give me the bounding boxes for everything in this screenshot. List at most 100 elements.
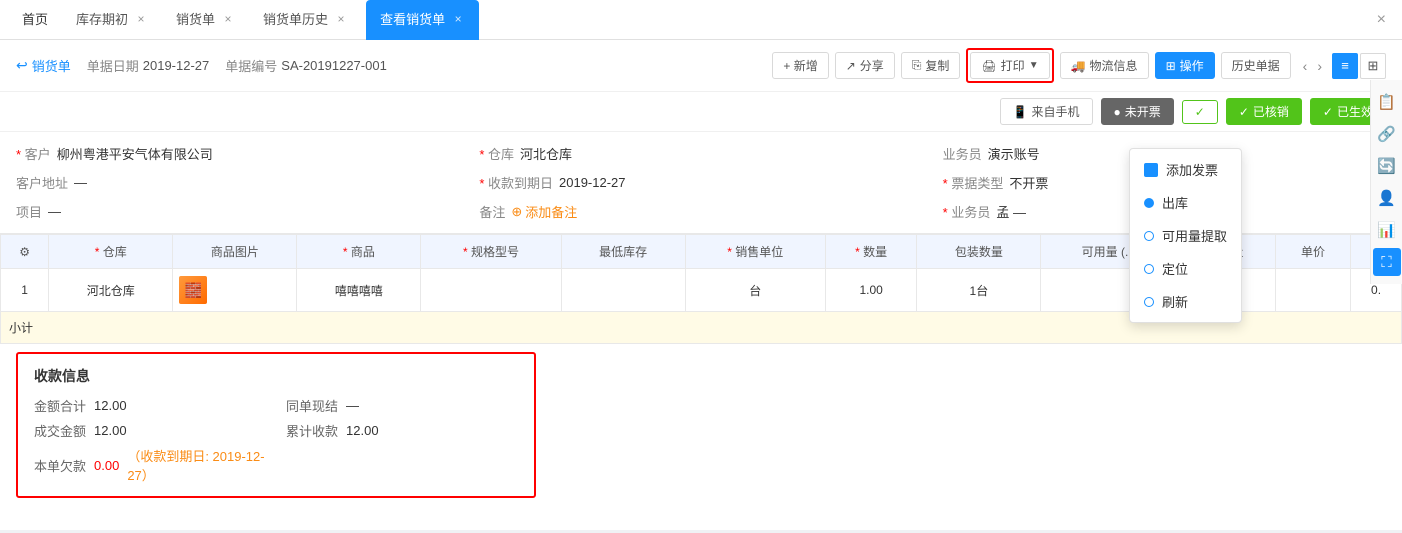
dropdown-outbound[interactable]: 出库 bbox=[1130, 186, 1241, 219]
list-view-icon[interactable]: ≡ bbox=[1332, 53, 1358, 79]
doc-code-meta: 单据编号 SA-20191227-001 bbox=[225, 56, 387, 75]
tab-bar-close-icon[interactable]: × bbox=[1369, 11, 1394, 29]
share-icon: ↗ bbox=[846, 59, 856, 73]
cell-price bbox=[1275, 269, 1350, 312]
doc-type-badge: ↩ 销货单 bbox=[16, 56, 71, 75]
sidebar-user-icon[interactable]: 👤 bbox=[1373, 184, 1401, 212]
cell-min-stock bbox=[561, 269, 685, 312]
summary-title: 收款信息 bbox=[34, 366, 518, 386]
nav-arrows: ‹ › bbox=[1299, 56, 1326, 76]
doc-code-value: SA-20191227-001 bbox=[281, 58, 387, 73]
mobile-icon: 📱 bbox=[1013, 105, 1028, 119]
grid-view-icon[interactable]: ⊞ bbox=[1360, 53, 1386, 79]
operate-dropdown-menu: 添加发票 出库 可用量提取 定位 刷新 bbox=[1129, 148, 1242, 323]
dropdown-refresh[interactable]: 刷新 bbox=[1130, 285, 1241, 318]
copy-button[interactable]: ⎘ 复制 bbox=[901, 52, 961, 79]
sidebar-chart-icon[interactable]: 📊 bbox=[1373, 216, 1401, 244]
cell-warehouse: 河北仓库 bbox=[49, 269, 173, 312]
col-warehouse: * 仓库 bbox=[49, 235, 173, 269]
tab-sales-history[interactable]: 销货单历史 × bbox=[249, 0, 362, 40]
tab-view-sales[interactable]: 查看销货单 × bbox=[366, 0, 479, 40]
tab-inventory-init[interactable]: 库存期初 × bbox=[62, 0, 162, 40]
settlement-row: 同单现结 — bbox=[286, 396, 518, 415]
print-icon: 🖨 bbox=[981, 59, 996, 73]
col-price: 单价 bbox=[1275, 235, 1350, 269]
logistics-button[interactable]: 🚚 物流信息 bbox=[1060, 52, 1149, 79]
dropdown-locate[interactable]: 定位 bbox=[1130, 252, 1241, 285]
main-content: ↩ 销货单 单据日期 2019-12-27 单据编号 SA-20191227-0… bbox=[0, 40, 1402, 530]
doc-header: ↩ 销货单 单据日期 2019-12-27 单据编号 SA-20191227-0… bbox=[0, 40, 1402, 92]
tab-close-view-sales[interactable]: × bbox=[451, 12, 465, 26]
copy-icon: ⎘ bbox=[912, 58, 922, 73]
tab-close-inventory[interactable]: × bbox=[134, 12, 148, 26]
tab-close-sales[interactable]: × bbox=[221, 12, 235, 26]
not-opened-icon: ● bbox=[1114, 105, 1121, 119]
outbound-icon bbox=[1144, 198, 1154, 208]
effective-icon: ✓ bbox=[1323, 105, 1333, 119]
action-bar: 📱 来自手机 ● 未开票 ✓ ✓ 已核销 ✓ 已生效 bbox=[0, 92, 1402, 132]
customer-row: 客户 柳州粤港平安气体有限公司 bbox=[16, 144, 459, 163]
col-min-stock: 最低库存 bbox=[561, 235, 685, 269]
summary-section: 收款信息 金额合计 12.00 同单现结 — 成交金额 12.00 累计收款 1… bbox=[16, 352, 536, 498]
add-invoice-icon bbox=[1144, 163, 1158, 177]
share-button[interactable]: ↗ 分享 bbox=[835, 52, 895, 79]
cell-pkg-qty: 1台 bbox=[917, 269, 1041, 312]
history-button[interactable]: 历史单据 bbox=[1221, 52, 1291, 79]
accumulated-row: 累计收款 12.00 bbox=[286, 421, 518, 440]
new-button[interactable]: + 新增 bbox=[772, 52, 828, 79]
prev-arrow[interactable]: ‹ bbox=[1299, 56, 1312, 76]
dropdown-add-invoice[interactable]: 添加发票 bbox=[1130, 153, 1241, 186]
balance-row: 本单欠款 0.00 （收款到期日: 2019-12-27） bbox=[34, 446, 266, 484]
col-qty: * 数量 bbox=[825, 235, 916, 269]
print-button[interactable]: 🖨 打印 ▼ bbox=[970, 52, 1049, 79]
cell-product: 嘻嘻嘻嘻 bbox=[297, 269, 421, 312]
transaction-row: 成交金额 12.00 bbox=[34, 421, 266, 440]
toolbar-right: + 新增 ↗ 分享 ⎘ 复制 🖨 打印 ▼ 🚚 物流信息 bbox=[772, 48, 1386, 83]
doc-type-label: 销货单 bbox=[32, 56, 71, 75]
tab-sales-order[interactable]: 销货单 × bbox=[162, 0, 249, 40]
operate-button[interactable]: ⊞ 操作 bbox=[1155, 52, 1215, 79]
print-dropdown-arrow: ▼ bbox=[1029, 60, 1039, 71]
cell-unit: 台 bbox=[685, 269, 825, 312]
cell-spec bbox=[421, 269, 561, 312]
sidebar-refresh-icon[interactable]: 🔄 bbox=[1373, 152, 1401, 180]
confirm-icon-btn[interactable]: ✓ bbox=[1182, 100, 1218, 124]
logistics-icon: 🚚 bbox=[1071, 59, 1086, 73]
summary-grid: 金额合计 12.00 同单现结 — 成交金额 12.00 累计收款 12.00 … bbox=[34, 396, 518, 484]
col-unit: * 销售单位 bbox=[685, 235, 825, 269]
available-qty-icon bbox=[1144, 231, 1154, 241]
confirm-check-icon: ✓ bbox=[1195, 105, 1205, 119]
add-note-icon: ⊕ bbox=[511, 204, 522, 220]
tab-bar: 首页 库存期初 × 销货单 × 销货单历史 × 查看销货单 × × bbox=[0, 0, 1402, 40]
warehouse-row: 仓库 河北仓库 bbox=[479, 144, 922, 163]
col-product: * 商品 bbox=[297, 235, 421, 269]
project-row: 项目 — bbox=[16, 202, 459, 221]
cell-qty: 1.00 bbox=[825, 269, 916, 312]
confirmed-icon: ✓ bbox=[1239, 105, 1249, 119]
view-icons: ≡ ⊞ bbox=[1332, 53, 1386, 79]
col-spec: * 规格型号 bbox=[421, 235, 561, 269]
doc-date-meta: 单据日期 2019-12-27 bbox=[87, 56, 210, 75]
sidebar-link-icon[interactable]: 🔗 bbox=[1373, 120, 1401, 148]
confirmed-button[interactable]: ✓ 已核销 bbox=[1226, 98, 1302, 125]
remark-row: 备注 ⊕ 添加备注 bbox=[479, 202, 922, 221]
sidebar-expand-icon[interactable]: ⛶ bbox=[1373, 248, 1401, 276]
tab-home[interactable]: 首页 bbox=[8, 0, 62, 40]
not-opened-button[interactable]: ● 未开票 bbox=[1101, 98, 1174, 125]
product-thumbnail: 🧱 bbox=[179, 276, 207, 304]
dropdown-available-qty[interactable]: 可用量提取 bbox=[1130, 219, 1241, 252]
tab-close-history[interactable]: × bbox=[334, 12, 348, 26]
locate-icon bbox=[1144, 264, 1154, 274]
col-settings[interactable]: ⚙ bbox=[1, 235, 49, 269]
from-mobile-button[interactable]: 📱 来自手机 bbox=[1000, 98, 1093, 125]
cell-product-img: 🧱 bbox=[173, 269, 297, 312]
doc-date-value: 2019-12-27 bbox=[143, 58, 210, 73]
right-sidebar: 📋 🔗 🔄 👤 📊 ⛶ bbox=[1370, 80, 1402, 284]
add-note-button[interactable]: ⊕ 添加备注 bbox=[511, 202, 577, 221]
address-row: 客户地址 — bbox=[16, 173, 459, 192]
operate-icon: ⊞ bbox=[1166, 59, 1176, 73]
amount-row: 金额合计 12.00 bbox=[34, 396, 266, 415]
next-arrow[interactable]: › bbox=[1313, 56, 1326, 76]
sidebar-copy-icon[interactable]: 📋 bbox=[1373, 88, 1401, 116]
col-product-img: 商品图片 bbox=[173, 235, 297, 269]
